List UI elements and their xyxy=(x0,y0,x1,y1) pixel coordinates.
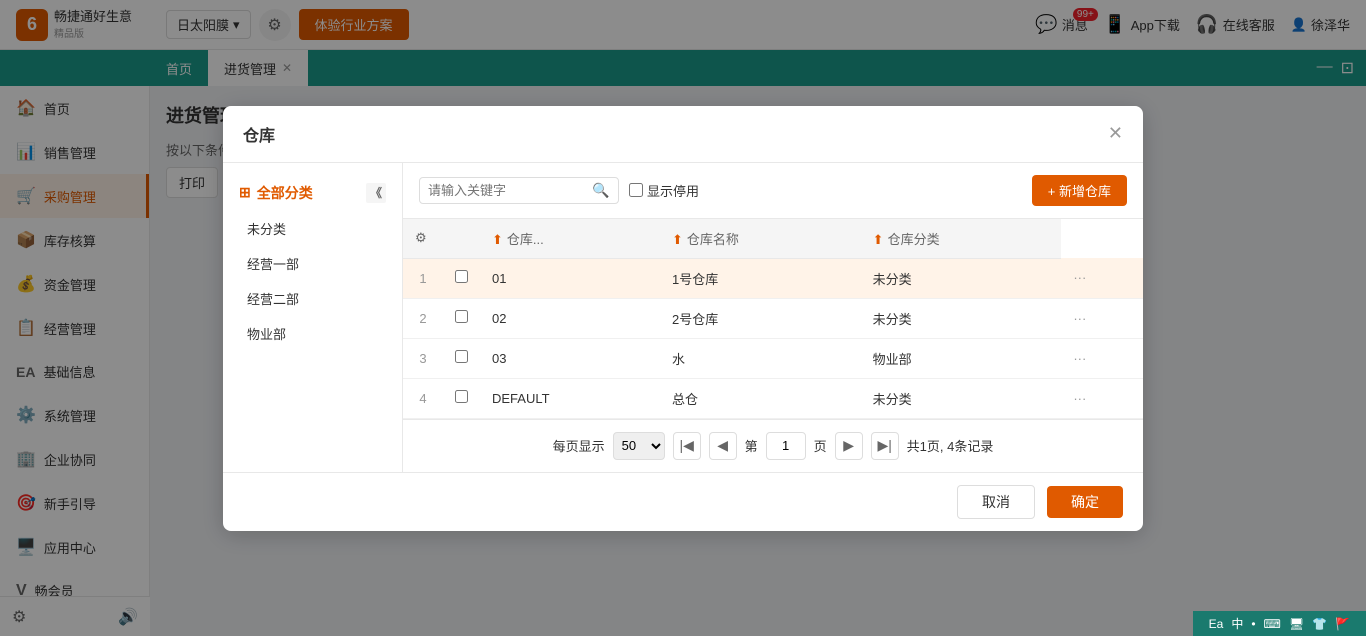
warehouse-data-table: ⚙ ⬆仓库... ⬆仓库名称 ⬆仓库分类 1 01 xyxy=(403,219,1143,419)
row-3-code: 03 xyxy=(480,338,660,378)
per-page-label: 每页显示 xyxy=(553,436,605,455)
gear-icon: ⚙ xyxy=(415,230,427,245)
modal-footer: 取消 确定 xyxy=(223,472,1143,531)
row-4-code: DEFAULT xyxy=(480,378,660,418)
table-row[interactable]: 3 03 水 物业部 ··· xyxy=(403,338,1143,378)
taskbar-icon-2[interactable]: • xyxy=(1251,617,1255,631)
table-body: 1 01 1号仓库 未分类 ··· 2 02 2 xyxy=(403,258,1143,418)
warehouse-table: ⚙ ⬆仓库... ⬆仓库名称 ⬆仓库分类 1 01 xyxy=(403,219,1143,419)
row-2-category: 未分类 xyxy=(861,298,1062,338)
tree-all-label: 全部分类 xyxy=(257,183,313,203)
row-3-num: 3 xyxy=(403,338,443,378)
search-icon: 🔍 xyxy=(592,182,609,199)
taskbar: Ea 中 • ⌨ 🖥 👕 🚩 xyxy=(1193,611,1366,636)
page-word: 第 xyxy=(745,436,758,455)
tree-item-dept2[interactable]: 经营二部 xyxy=(223,281,402,316)
search-input[interactable] xyxy=(428,183,588,198)
row-4-category: 未分类 xyxy=(861,378,1062,418)
page-input[interactable] xyxy=(766,432,806,460)
table-header: ⚙ ⬆仓库... ⬆仓库名称 ⬆仓库分类 xyxy=(403,219,1143,259)
row-1-more[interactable]: ··· xyxy=(1061,258,1143,298)
row-4-name: 总仓 xyxy=(660,378,861,418)
row-4-more[interactable]: ··· xyxy=(1061,378,1143,418)
row-4-checkbox[interactable] xyxy=(443,378,480,418)
add-warehouse-button[interactable]: + 新增仓库 xyxy=(1032,175,1127,206)
col-category: ⬆仓库分类 xyxy=(861,219,1062,259)
tree-all-category[interactable]: ⊞ 全部分类 《 xyxy=(223,175,402,211)
row-1-checkbox[interactable] xyxy=(443,258,480,298)
row-4-num: 4 xyxy=(403,378,443,418)
row-2-name: 2号仓库 xyxy=(660,298,861,338)
row-2-more[interactable]: ··· xyxy=(1061,298,1143,338)
table-toolbar: 🔍 显示停用 + 新增仓库 xyxy=(403,163,1143,219)
row-1-code: 01 xyxy=(480,258,660,298)
last-page-button[interactable]: ▶| xyxy=(871,432,899,460)
table-panel: 🔍 显示停用 + 新增仓库 ⚙ xyxy=(403,163,1143,472)
taskbar-icon-1[interactable]: 中 xyxy=(1231,615,1243,632)
col-checkbox xyxy=(443,219,480,259)
page-label: 页 xyxy=(814,436,827,455)
next-page-button[interactable]: ▶ xyxy=(835,432,863,460)
row-1-category: 未分类 xyxy=(861,258,1062,298)
row-3-more[interactable]: ··· xyxy=(1061,338,1143,378)
row-2-checkbox[interactable] xyxy=(443,298,480,338)
taskbar-icon-6[interactable]: 🚩 xyxy=(1335,617,1350,631)
table-row[interactable]: 4 DEFAULT 总仓 未分类 ··· xyxy=(403,378,1143,418)
search-input-wrap: 🔍 xyxy=(419,177,619,204)
taskbar-icon-4[interactable]: 🖥 xyxy=(1289,617,1304,631)
tree-item-dept1[interactable]: 经营一部 xyxy=(223,246,402,281)
tree-item-unclassified[interactable]: 未分类 xyxy=(223,211,402,246)
row-3-name: 水 xyxy=(660,338,861,378)
modal-overlay: 仓库 ✕ ⊞ 全部分类 《 未分类 经营一部 经营二部 物业部 xyxy=(0,0,1366,636)
table-row[interactable]: 1 01 1号仓库 未分类 ··· xyxy=(403,258,1143,298)
per-page-select[interactable]: 50 20 100 xyxy=(613,432,665,460)
total-info: 共1页, 4条记录 xyxy=(907,436,994,455)
first-page-button[interactable]: |◀ xyxy=(673,432,701,460)
show-disabled-wrap: 显示停用 xyxy=(629,181,699,200)
col-name: ⬆仓库名称 xyxy=(660,219,861,259)
modal-body: ⊞ 全部分类 《 未分类 经营一部 经营二部 物业部 🔍 xyxy=(223,163,1143,472)
col-gear: ⚙ xyxy=(403,219,443,259)
show-disabled-checkbox[interactable] xyxy=(629,183,643,197)
modal-header: 仓库 ✕ xyxy=(223,106,1143,163)
show-disabled-label: 显示停用 xyxy=(647,181,699,200)
category-tree-panel: ⊞ 全部分类 《 未分类 经营一部 经营二部 物业部 xyxy=(223,163,403,472)
table-row[interactable]: 2 02 2号仓库 未分类 ··· xyxy=(403,298,1143,338)
row-3-checkbox[interactable] xyxy=(443,338,480,378)
taskbar-icon-3[interactable]: ⌨ xyxy=(1264,617,1281,631)
modal-title: 仓库 xyxy=(243,122,275,146)
grid-icon: ⊞ xyxy=(239,184,251,201)
row-1-name: 1号仓库 xyxy=(660,258,861,298)
taskbar-label: Ea xyxy=(1209,617,1224,631)
prev-page-button[interactable]: ◀ xyxy=(709,432,737,460)
tree-item-property[interactable]: 物业部 xyxy=(223,316,402,351)
confirm-button[interactable]: 确定 xyxy=(1047,486,1123,518)
modal-close-button[interactable]: ✕ xyxy=(1108,123,1123,144)
col-code: ⬆仓库... xyxy=(480,219,660,259)
row-3-category: 物业部 xyxy=(861,338,1062,378)
warehouse-modal: 仓库 ✕ ⊞ 全部分类 《 未分类 经营一部 经营二部 物业部 xyxy=(223,106,1143,531)
row-2-num: 2 xyxy=(403,298,443,338)
cancel-button[interactable]: 取消 xyxy=(957,485,1035,519)
tree-collapse-button[interactable]: 《 xyxy=(366,183,386,203)
row-1-num: 1 xyxy=(403,258,443,298)
row-2-code: 02 xyxy=(480,298,660,338)
taskbar-icon-5[interactable]: 👕 xyxy=(1312,617,1327,631)
pagination: 每页显示 50 20 100 |◀ ◀ 第 页 ▶ ▶| 共1页, 4条记录 xyxy=(403,419,1143,472)
